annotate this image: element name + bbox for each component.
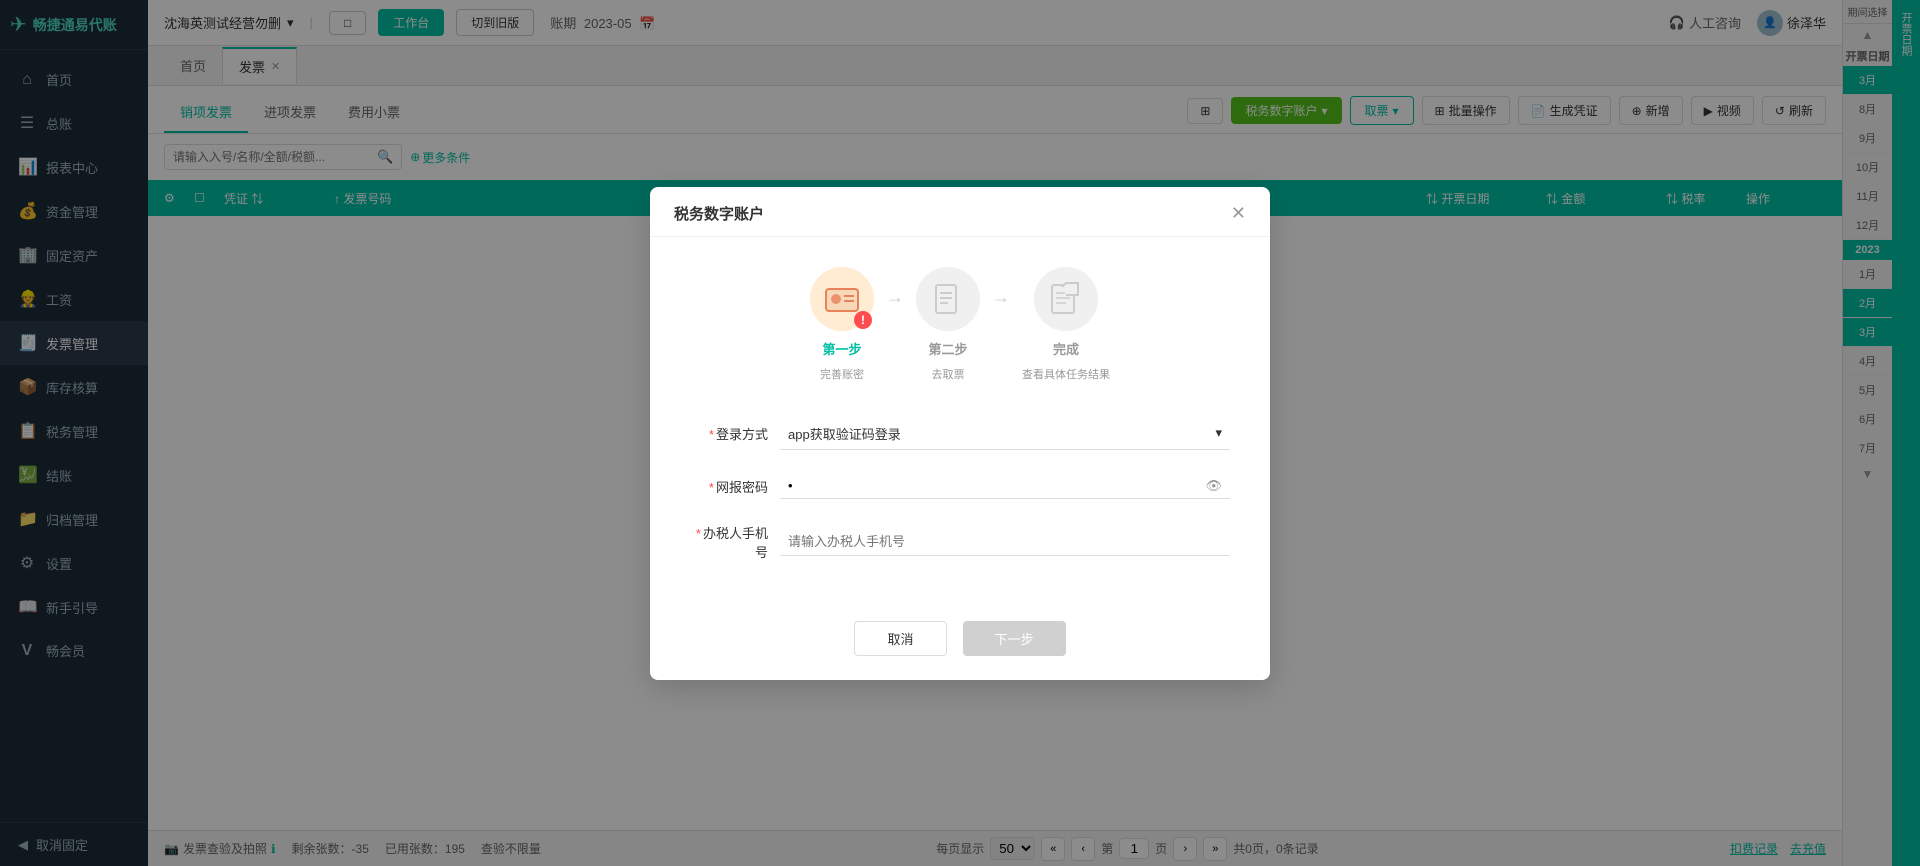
step-3: 完成 查看具体任务结果 — [1022, 267, 1110, 382]
step2-label: 第二步 — [928, 339, 967, 358]
step-2: 第二步 去取票 — [916, 267, 980, 382]
step3-desc: 查看具体任务结果 — [1022, 366, 1110, 382]
step1-desc: 完善账密 — [820, 366, 864, 382]
step1-error-dot: ! — [854, 311, 872, 329]
steps: ! 第一步 完善账密 → — [690, 267, 1230, 382]
eye-icon[interactable]: 👁 — [1205, 478, 1222, 494]
step-arrow-1: → — [886, 287, 904, 308]
password-input-wrapper: 👁 — [780, 474, 1230, 499]
person-id-icon — [824, 281, 860, 317]
form-row-phone: 办税人手机号 — [690, 523, 1230, 561]
chevron-down-icon: ▾ — [1215, 425, 1222, 441]
checklist-icon — [1048, 281, 1084, 317]
step2-desc: 去取票 — [932, 366, 965, 382]
form-row-login-method: 登录方式 app获取验证码登录 ▾ — [690, 418, 1230, 450]
step-1: ! 第一步 完善账密 — [810, 267, 874, 382]
modal-header: 税务数字账户 ✕ — [650, 187, 1270, 237]
modal-body: ! 第一步 完善账密 → — [650, 237, 1270, 605]
cancel-button[interactable]: 取消 — [854, 621, 946, 656]
modal: 税务数字账户 ✕ ! — [650, 187, 1270, 680]
login-method-label: 登录方式 — [690, 424, 780, 443]
phone-input[interactable] — [780, 528, 1230, 556]
document-icon — [930, 281, 966, 317]
step2-icon — [916, 267, 980, 331]
login-method-select[interactable]: app获取验证码登录 ▾ — [780, 418, 1230, 450]
step3-label: 完成 — [1053, 339, 1079, 358]
modal-title: 税务数字账户 — [674, 203, 764, 224]
password-label: 网报密码 — [690, 477, 780, 496]
password-input[interactable] — [788, 478, 1205, 493]
modal-footer: 取消 下一步 — [650, 605, 1270, 680]
login-method-control: app获取验证码登录 ▾ — [780, 418, 1230, 450]
phone-label: 办税人手机号 — [690, 523, 780, 561]
next-button[interactable]: 下一步 — [963, 621, 1066, 656]
form-row-password: 网报密码 👁 — [690, 474, 1230, 499]
step3-icon — [1034, 267, 1098, 331]
step1-icon: ! — [810, 267, 874, 331]
login-method-value: app获取验证码登录 — [788, 424, 901, 443]
password-control: 👁 — [780, 474, 1230, 499]
modal-overlay[interactable]: 税务数字账户 ✕ ! — [0, 0, 1920, 866]
modal-close-btn[interactable]: ✕ — [1231, 203, 1246, 224]
step1-label: 第一步 — [822, 339, 861, 358]
phone-control — [780, 528, 1230, 556]
step-arrow-2: → — [992, 287, 1010, 308]
